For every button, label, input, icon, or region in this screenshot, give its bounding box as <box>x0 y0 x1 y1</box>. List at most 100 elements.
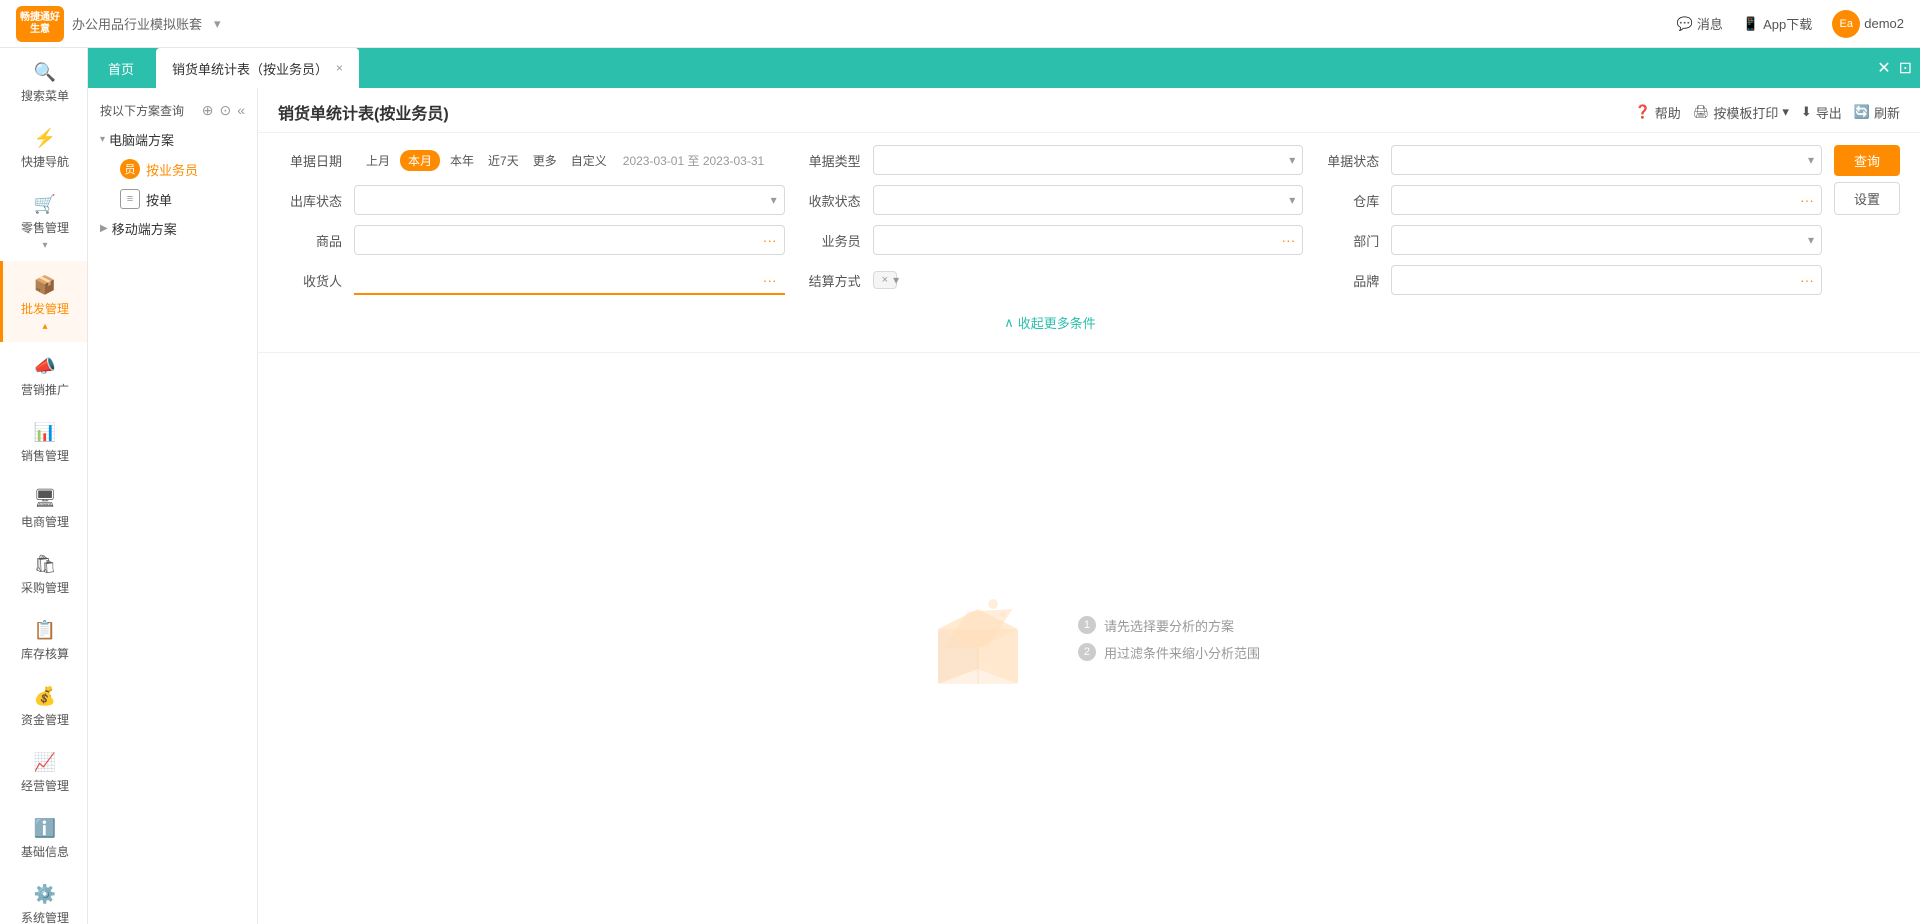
sidebar-item-finance[interactable]: 💰 资金管理 <box>0 672 87 738</box>
tip-text-1: 请先选择要分析的方案 <box>1104 616 1234 635</box>
left-panel-title: 按以下方案查询 <box>100 102 184 119</box>
subtitle-dropdown-icon[interactable]: ▾ <box>214 16 221 32</box>
shortcut-7days[interactable]: 近7天 <box>484 150 523 171</box>
sidebar-item-basic[interactable]: ℹ️ 基础信息 <box>0 804 87 870</box>
by-staff-label: 按业务员 <box>146 160 198 179</box>
inventory-icon: 📋 <box>34 620 56 641</box>
doc-type-select[interactable] <box>873 145 1304 175</box>
warehouse-dots-icon[interactable]: ··· <box>1800 192 1814 208</box>
sidebar-item-quicknav[interactable]: ⚡ 快捷导航 <box>0 114 87 180</box>
help-label: 帮助 <box>1655 103 1681 122</box>
consignee-input[interactable] <box>354 265 785 295</box>
window-max-button[interactable]: ⊡ <box>1899 58 1912 78</box>
staff-input[interactable] <box>873 225 1304 255</box>
shortcut-last-month[interactable]: 上月 <box>362 150 394 171</box>
date-shortcuts: 上月 本月 本年 近7天 更多 自定义 <box>362 150 611 171</box>
left-panel: 按以下方案查询 ⊕ ⊙ « ▾ 电脑端方案 员 按业务员 <box>88 88 258 924</box>
window-close-button[interactable]: ✕ <box>1877 58 1890 78</box>
query-button[interactable]: 查询 <box>1834 145 1900 176</box>
shortcut-this-year[interactable]: 本年 <box>446 150 478 171</box>
doc-status-control: ▾ <box>1391 145 1822 175</box>
marketing-icon: 📣 <box>34 356 56 377</box>
warehouse-input[interactable] <box>1391 185 1822 215</box>
date-range-display: 2023-03-01 至 2023-03-31 <box>623 152 764 169</box>
tab-close-icon[interactable]: × <box>336 61 343 75</box>
page-title: 销货单统计表(按业务员) <box>278 100 449 124</box>
sidebar-item-inventory[interactable]: 📋 库存核算 <box>0 606 87 672</box>
sidebar-item-operations[interactable]: 📈 经营管理 <box>0 738 87 804</box>
tree-mobile-expand: ▶ <box>100 223 108 234</box>
topbar-left: 畅捷通好生意 办公用品行业模拟账套 ▾ <box>16 6 221 42</box>
sidebar-item-system[interactable]: ⚙️ 系统管理 <box>0 870 87 924</box>
shortcut-more[interactable]: 更多 <box>529 150 561 171</box>
collapse-panel-icon[interactable]: « <box>237 102 245 119</box>
finance-icon: 💰 <box>34 686 56 707</box>
doc-type-label: 单据类型 <box>797 151 861 170</box>
template-print-action[interactable]: 🖨 按模板打印 ▾ <box>1693 103 1789 122</box>
action-buttons: 查询 设置 <box>1834 145 1900 215</box>
sales-label: 销售管理 <box>21 447 69 464</box>
tree-mobile-section[interactable]: ▶ 移动端方案 <box>88 214 257 243</box>
receipt-status-select[interactable] <box>873 185 1304 215</box>
add-scheme-icon[interactable]: ⊕ <box>202 102 214 119</box>
print-dropdown-icon: ▾ <box>1782 104 1789 120</box>
operations-icon: 📈 <box>34 752 56 773</box>
help-action[interactable]: ❓ 帮助 <box>1635 103 1681 122</box>
sidebar-item-wholesale[interactable]: 📦 批发管理 ▴ <box>0 261 87 342</box>
settings-scheme-icon[interactable]: ⊙ <box>219 102 231 119</box>
goods-dots-icon[interactable]: ··· <box>763 232 777 248</box>
tip-num-2: 2 <box>1078 643 1096 661</box>
out-status-select[interactable] <box>354 185 785 215</box>
avatar: Ea <box>1832 10 1860 38</box>
tree-pc-section[interactable]: ▾ 电脑端方案 <box>88 125 257 154</box>
tree-by-order[interactable]: ≡ 按单 <box>112 184 257 214</box>
goods-input[interactable] <box>354 225 785 255</box>
tip-text-2: 用过滤条件来缩小分析范围 <box>1104 643 1260 662</box>
doc-status-select[interactable] <box>1391 145 1822 175</box>
sidebar-item-purchase[interactable]: 🛍 采购管理 <box>0 540 87 606</box>
by-order-label: 按单 <box>146 190 172 209</box>
message-button[interactable]: 💬 消息 <box>1677 14 1723 33</box>
date-input-wrapper: 上月 本月 本年 近7天 更多 自定义 2023-03-01 至 2023-03… <box>354 150 785 171</box>
tab-home[interactable]: 首页 <box>88 48 154 88</box>
collapse-row: ∧ 收起更多条件 <box>278 305 1822 340</box>
retail-arrow: ▾ <box>42 240 47 251</box>
sidebar-item-search[interactable]: 🔍 搜索菜单 <box>0 48 87 114</box>
staff-dots-icon[interactable]: ··· <box>1281 232 1295 248</box>
sidebar-item-ecommerce[interactable]: 🖥 电商管理 <box>0 474 87 540</box>
payment-tag-close[interactable]: × <box>882 274 888 286</box>
retail-icon: 🛒 <box>34 194 56 215</box>
collapse-button[interactable]: ∧ 收起更多条件 <box>1004 309 1096 336</box>
setting-button[interactable]: 设置 <box>1834 182 1900 215</box>
shortcut-custom[interactable]: 自定义 <box>567 150 611 171</box>
empty-content: 1 请先选择要分析的方案 2 用过滤条件来缩小分析范围 <box>918 579 1260 699</box>
goods-label: 商品 <box>278 231 342 250</box>
operations-label: 经营管理 <box>21 777 69 794</box>
export-action[interactable]: ⬇ 导出 <box>1801 103 1842 122</box>
help-icon: ❓ <box>1635 104 1651 120</box>
shortcut-this-month[interactable]: 本月 <box>400 150 440 171</box>
brand-dots-icon[interactable]: ··· <box>1800 272 1814 288</box>
tree-by-staff[interactable]: 员 按业务员 <box>112 154 257 184</box>
sidebar-item-marketing[interactable]: 📣 营销推广 <box>0 342 87 408</box>
warehouse-control: ··· <box>1391 185 1822 215</box>
tree-pc-label: 电脑端方案 <box>109 130 174 149</box>
dept-select[interactable] <box>1391 225 1822 255</box>
left-panel-header: 按以下方案查询 ⊕ ⊙ « <box>88 96 257 125</box>
sidebar: 🔍 搜索菜单 ⚡ 快捷导航 🛒 零售管理 ▾ 📦 批发管理 ▴ 📣 营销推广 📊… <box>0 48 88 924</box>
filter-area: 单据日期 上月 本月 本年 近7天 更多 自定义 <box>258 133 1920 353</box>
user-menu[interactable]: Ea demo2 <box>1832 10 1904 38</box>
tab-sales-stats[interactable]: 销货单统计表（按业务员） × <box>156 48 359 88</box>
payment-label: 结算方式 <box>797 271 861 290</box>
page-title-actions: ❓ 帮助 🖨 按模板打印 ▾ ⬇ 导出 🔄 <box>1635 103 1900 122</box>
refresh-action[interactable]: 🔄 刷新 <box>1854 103 1900 122</box>
sidebar-item-sales[interactable]: 📊 销售管理 <box>0 408 87 474</box>
consignee-dots-icon[interactable]: ··· <box>763 272 777 288</box>
page-title-bar: 销货单统计表(按业务员) ❓ 帮助 🖨 按模板打印 ▾ ⬇ <box>258 88 1920 133</box>
sidebar-item-retail[interactable]: 🛒 零售管理 ▾ <box>0 180 87 261</box>
app-download-button[interactable]: 📱 App下载 <box>1743 14 1812 33</box>
left-panel-icons: ⊕ ⊙ « <box>202 102 245 119</box>
tabbar-actions: ✕ ⊡ <box>1877 58 1920 78</box>
brand-input[interactable] <box>1391 265 1822 295</box>
system-label: 系统管理 <box>21 909 69 924</box>
